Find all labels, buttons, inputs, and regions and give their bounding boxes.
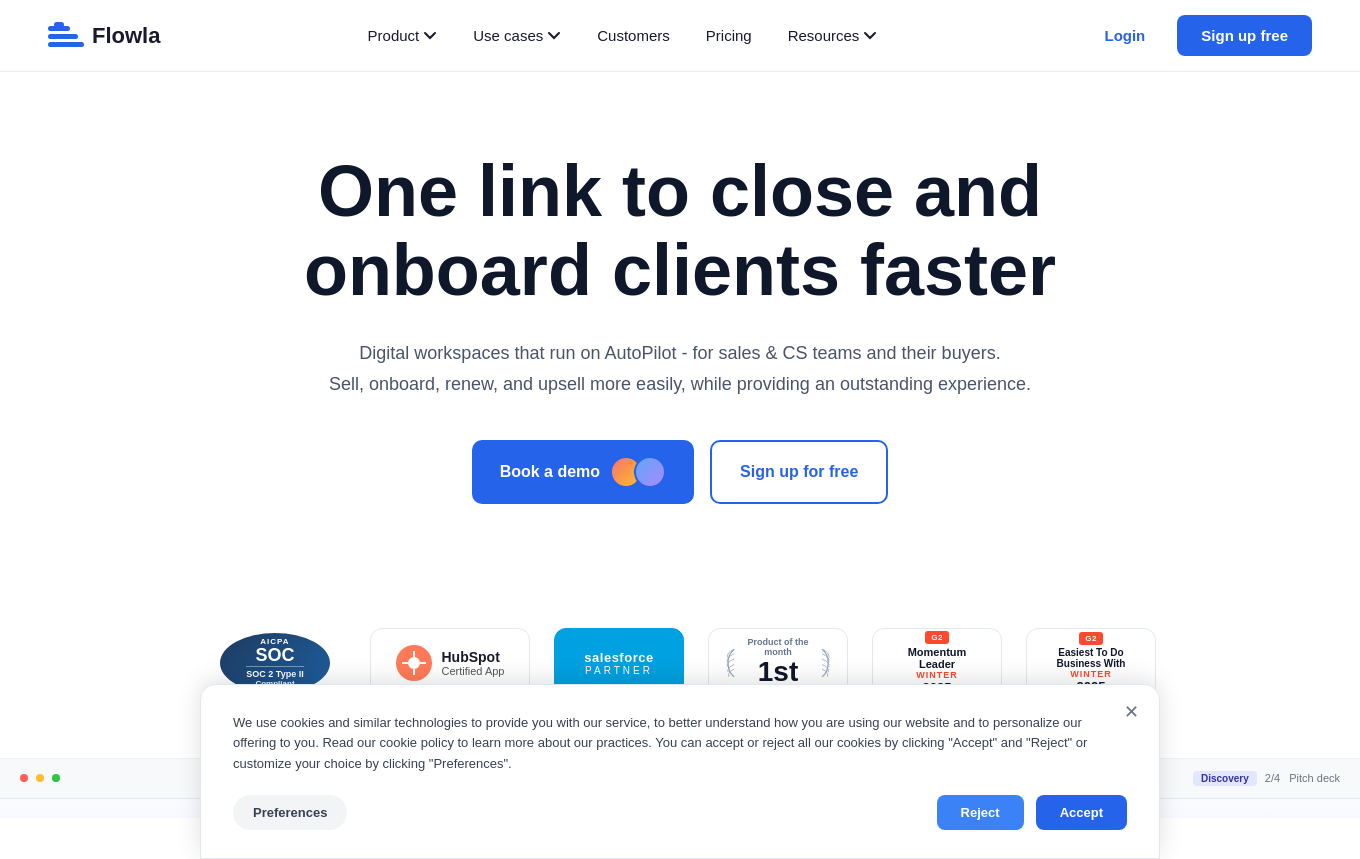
hero-section: One link to close and onboard clients fa… <box>250 72 1110 628</box>
nav-actions: Login Sign up free <box>1084 15 1312 56</box>
cookie-actions: Preferences Reject Accept <box>233 795 1127 818</box>
svg-rect-2 <box>48 42 84 47</box>
signup-button[interactable]: Sign up free <box>1177 15 1312 56</box>
hero-title: One link to close and onboard clients fa… <box>270 152 1090 310</box>
chevron-down-icon <box>423 29 437 43</box>
cookie-banner: ✕ We use cookies and similar technologie… <box>200 684 1160 818</box>
logo-text: Flowla <box>92 23 160 49</box>
accept-button[interactable]: Accept <box>1036 795 1127 818</box>
book-demo-button[interactable]: Book a demo <box>472 440 694 504</box>
laurel-left-icon <box>725 643 737 683</box>
reject-button[interactable]: Reject <box>937 795 1024 818</box>
nav-links: Product Use cases Customers Pricing Reso… <box>354 19 892 52</box>
logo[interactable]: Flowla <box>48 22 160 50</box>
laurel-right-icon <box>819 643 831 683</box>
svg-rect-1 <box>48 34 78 39</box>
chevron-down-icon <box>863 29 877 43</box>
cookie-right-actions: Reject Accept <box>937 795 1127 818</box>
navbar: Flowla Product Use cases Customers Prici… <box>0 0 1360 72</box>
cookie-text: We use cookies and similar technologies … <box>233 713 1127 775</box>
chevron-down-icon <box>547 29 561 43</box>
signup-free-button[interactable]: Sign up for free <box>710 440 888 504</box>
cookie-close-button[interactable]: ✕ <box>1124 701 1139 723</box>
preferences-button[interactable]: Preferences <box>233 795 347 818</box>
hero-cta-group: Book a demo Sign up for free <box>270 440 1090 504</box>
avatar <box>634 456 666 488</box>
nav-pricing[interactable]: Pricing <box>692 19 766 52</box>
login-button[interactable]: Login <box>1084 17 1165 54</box>
hero-subtitle: Digital workspaces that run on AutoPilot… <box>270 338 1090 399</box>
nav-customers[interactable]: Customers <box>583 19 684 52</box>
demo-avatars <box>610 456 666 488</box>
nav-product[interactable]: Product <box>354 19 452 52</box>
nav-use-cases[interactable]: Use cases <box>459 19 575 52</box>
nav-resources[interactable]: Resources <box>774 19 892 52</box>
logo-icon <box>48 22 84 50</box>
svg-rect-3 <box>54 22 64 27</box>
